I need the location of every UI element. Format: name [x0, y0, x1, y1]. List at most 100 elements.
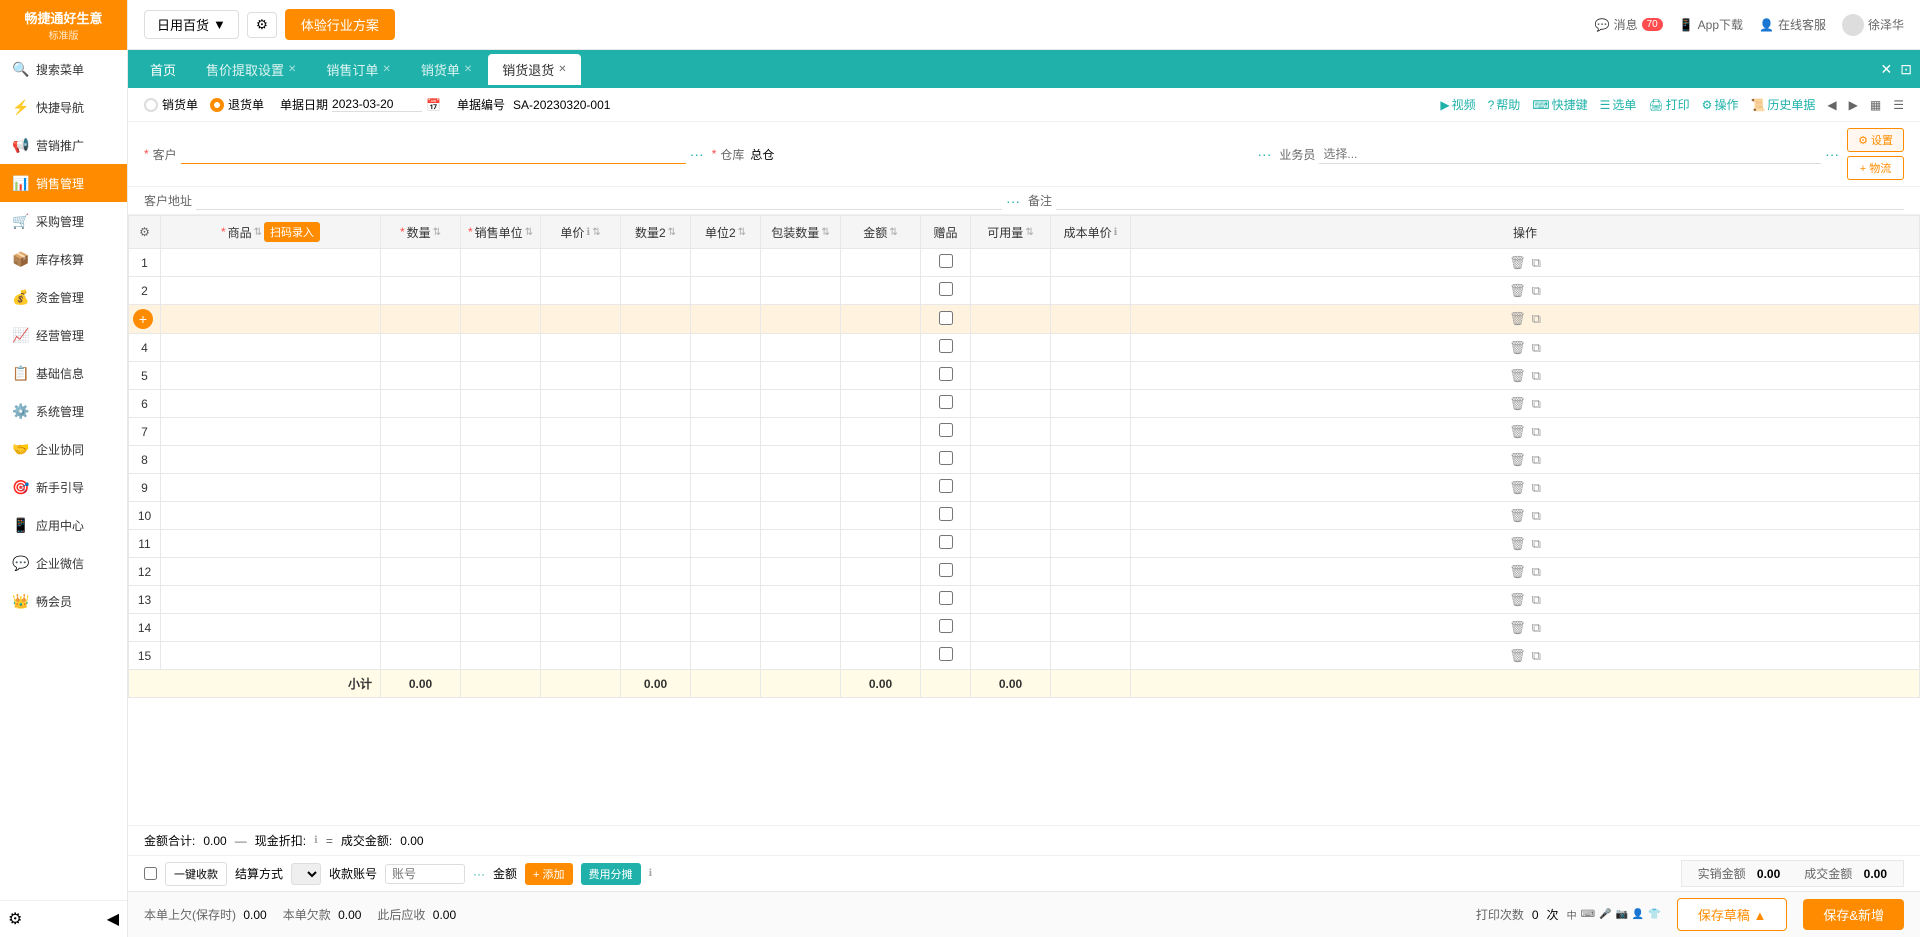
user-item[interactable]: 徐泽华	[1842, 14, 1904, 36]
sort-icon[interactable]: ⇅	[821, 227, 829, 238]
header-settings-button[interactable]: ⚙	[247, 12, 277, 38]
save-draft-button[interactable]: 保存草稿 ▲	[1677, 898, 1788, 931]
delete-icon[interactable]: 🗑	[1509, 396, 1526, 412]
add-row-button[interactable]: +	[133, 309, 153, 329]
delete-icon[interactable]: 🗑	[1509, 368, 1526, 384]
available-cell[interactable]	[971, 249, 1051, 277]
tab-close-icon[interactable]: ✕	[558, 64, 566, 75]
cost-price-input-cell[interactable]	[1051, 305, 1131, 334]
unit2-cell[interactable]	[691, 586, 761, 614]
pack-qty-input-cell[interactable]	[761, 305, 841, 334]
sale-unit-cell[interactable]	[461, 614, 541, 642]
delete-icon[interactable]: 🗑	[1509, 424, 1526, 440]
tab-close-icon[interactable]: ✕	[288, 64, 296, 75]
qty2-cell[interactable]	[621, 474, 691, 502]
customer-select-icon[interactable]: ···	[690, 146, 704, 162]
available-cell[interactable]	[971, 502, 1051, 530]
amount-cell[interactable]	[841, 277, 921, 305]
price-cell[interactable]	[541, 390, 621, 418]
unit2-cell[interactable]	[691, 446, 761, 474]
price-cell[interactable]	[541, 642, 621, 670]
qty2-cell[interactable]	[621, 558, 691, 586]
gift-cell[interactable]	[921, 277, 971, 305]
copy-icon[interactable]: ⧉	[1532, 311, 1541, 327]
warehouse-input[interactable]	[778, 145, 1253, 163]
amount-cell[interactable]	[841, 334, 921, 362]
copy-icon[interactable]: ⧉	[1532, 283, 1541, 299]
gift-cell[interactable]	[921, 614, 971, 642]
sort-icon[interactable]: ⇅	[525, 227, 533, 238]
customer-input[interactable]	[181, 145, 686, 164]
pack-qty-cell[interactable]	[761, 446, 841, 474]
copy-icon[interactable]: ⧉	[1532, 255, 1541, 271]
pack-qty-cell[interactable]	[761, 418, 841, 446]
cost-price-cell[interactable]	[1051, 642, 1131, 670]
toolbar-help[interactable]: ? 帮助	[1488, 96, 1521, 113]
list-view-icon[interactable]: ☰	[1893, 98, 1904, 112]
qty-cell[interactable]	[381, 586, 461, 614]
gift-cell[interactable]	[921, 502, 971, 530]
product-input[interactable]	[165, 312, 376, 327]
available-cell[interactable]	[971, 362, 1051, 390]
qty-cell[interactable]	[381, 362, 461, 390]
sidebar-item-inventory[interactable]: 📦 库存核算	[0, 240, 127, 278]
cost-price-cell[interactable]	[1051, 586, 1131, 614]
available-cell[interactable]	[971, 530, 1051, 558]
amount-cell[interactable]	[841, 642, 921, 670]
copy-icon[interactable]: ⧉	[1532, 592, 1541, 608]
qty-cell[interactable]	[381, 502, 461, 530]
sale-unit-cell[interactable]	[461, 558, 541, 586]
unit2-cell[interactable]	[691, 502, 761, 530]
delete-icon[interactable]: 🗑	[1509, 311, 1526, 327]
pack-qty-cell[interactable]	[761, 474, 841, 502]
qty2-cell[interactable]	[621, 249, 691, 277]
pack-qty-cell[interactable]	[761, 502, 841, 530]
product-cell[interactable]	[161, 614, 381, 642]
product-cell[interactable]	[161, 502, 381, 530]
unit2-cell[interactable]	[691, 558, 761, 586]
settings-side-button[interactable]: ⚙ 设置	[1847, 128, 1904, 152]
settings-bottom-icon[interactable]: ⚙	[8, 909, 22, 929]
sale-unit-cell[interactable]	[461, 502, 541, 530]
product-cell[interactable]	[161, 418, 381, 446]
add-payment-button[interactable]: + 添加	[525, 863, 573, 885]
toolbar-video[interactable]: ▶ 视频	[1440, 96, 1475, 113]
pack-qty-cell[interactable]	[761, 614, 841, 642]
price-input-cell[interactable]	[541, 305, 621, 334]
sidebar-item-appcenter[interactable]: 📱 应用中心	[0, 506, 127, 544]
one-key-checkbox[interactable]	[144, 867, 157, 880]
date-input[interactable]	[332, 97, 422, 112]
amount-cell[interactable]	[841, 362, 921, 390]
available-cell[interactable]	[971, 446, 1051, 474]
qty2-input-cell[interactable]	[621, 305, 691, 334]
price-cell[interactable]	[541, 586, 621, 614]
pack-qty-cell[interactable]	[761, 530, 841, 558]
radio-sale[interactable]: 销货单	[144, 96, 198, 113]
gift-cell[interactable]	[921, 362, 971, 390]
price-cell[interactable]	[541, 334, 621, 362]
delete-icon[interactable]: 🗑	[1509, 648, 1526, 664]
sale-unit-cell[interactable]	[461, 530, 541, 558]
delete-icon[interactable]: 🗑	[1509, 480, 1526, 496]
tab-sale-price[interactable]: 售价提取设置 ✕	[192, 54, 310, 85]
save-new-button[interactable]: 保存&新增	[1803, 899, 1904, 930]
unit2-cell[interactable]	[691, 474, 761, 502]
qty2-cell[interactable]	[621, 502, 691, 530]
amount-cell[interactable]	[841, 614, 921, 642]
sort-icon[interactable]: ⇅	[889, 227, 897, 238]
sort-icon[interactable]: ⇅	[592, 227, 600, 238]
staff-select-icon[interactable]: ···	[1825, 146, 1839, 162]
amount-cell[interactable]	[841, 502, 921, 530]
pack-qty-cell[interactable]	[761, 586, 841, 614]
amount-cell[interactable]	[841, 530, 921, 558]
gift-cell[interactable]	[921, 446, 971, 474]
chevron-up-icon[interactable]: ▲	[1753, 908, 1766, 923]
pack-qty-cell[interactable]	[761, 362, 841, 390]
available-input-cell[interactable]	[971, 305, 1051, 334]
warehouse-select-icon[interactable]: ···	[1257, 146, 1271, 162]
product-cell[interactable]	[161, 558, 381, 586]
delete-icon[interactable]: 🗑	[1509, 620, 1526, 636]
sale-unit-cell[interactable]	[461, 362, 541, 390]
price-cell[interactable]	[541, 249, 621, 277]
available-cell[interactable]	[971, 474, 1051, 502]
